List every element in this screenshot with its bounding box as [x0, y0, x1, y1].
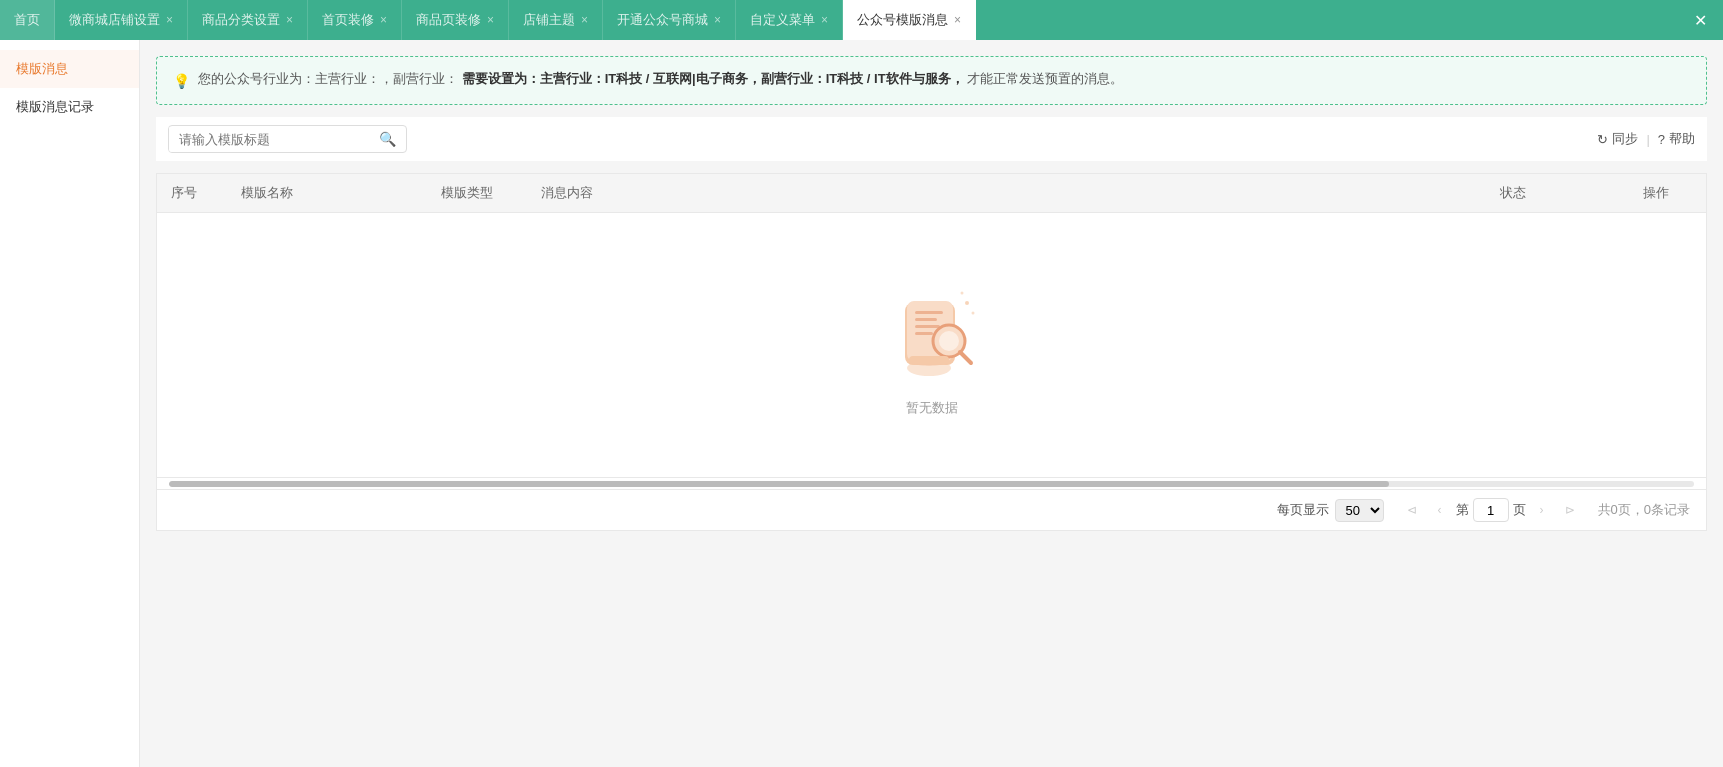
col-header-name: 模版名称 [227, 174, 427, 213]
tab-product-decor-label: 商品页装修 [416, 11, 481, 29]
col-header-seq: 序号 [157, 174, 227, 213]
help-button[interactable]: ? 帮助 [1658, 130, 1695, 148]
svg-point-11 [971, 312, 974, 315]
close-category-settings[interactable]: × [286, 13, 293, 27]
table-wrap: 序号 模版名称 模版类型 消息内容 状态 操作 [156, 173, 1707, 531]
close-open-mall[interactable]: × [714, 13, 721, 27]
data-table: 序号 模版名称 模版类型 消息内容 状态 操作 [157, 174, 1706, 477]
close-product-decor[interactable]: × [487, 13, 494, 27]
notice-text: 您的公众号行业为：主营行业：，副营行业： 需要设置为：主营行业：IT科技 / 互… [198, 69, 1123, 90]
close-template-msg[interactable]: × [954, 13, 961, 27]
tab-custom-menu-label: 自定义菜单 [750, 11, 815, 29]
svg-rect-3 [915, 311, 943, 314]
close-shop-settings[interactable]: × [166, 13, 173, 27]
page-nav: ⊲ ‹ 第 页 › ⊳ [1400, 498, 1582, 522]
svg-rect-14 [909, 356, 949, 364]
tab-custom-menu[interactable]: 自定义菜单 × [736, 0, 843, 40]
top-nav: 首页 微商城店铺设置 × 商品分类设置 × 首页装修 × 商品页装修 × 店铺主… [0, 0, 1723, 40]
page-size-label: 每页显示 [1277, 501, 1329, 519]
tab-shop-settings-label: 微商城店铺设置 [69, 11, 160, 29]
close-custom-menu[interactable]: × [821, 13, 828, 27]
tab-home-decor[interactable]: 首页装修 × [308, 0, 402, 40]
sync-button[interactable]: ↻ 同步 [1597, 130, 1638, 148]
sidebar-item-template-record[interactable]: 模版消息记录 [0, 88, 139, 126]
tab-home-label: 首页 [14, 11, 40, 29]
search-icon: 🔍 [379, 131, 396, 147]
tab-home[interactable]: 首页 [0, 0, 55, 40]
notice-icon: 💡 [173, 70, 190, 92]
empty-state: 暂无数据 [157, 213, 1706, 477]
search-button[interactable]: 🔍 [369, 126, 406, 152]
global-close-button[interactable]: ✕ [1678, 0, 1723, 40]
sidebar-item-template-msg-label: 模版消息 [16, 61, 68, 76]
empty-illustration [877, 273, 987, 383]
total-info: 共0页，0条记录 [1598, 501, 1690, 519]
tab-template-msg-label: 公众号模版消息 [857, 11, 948, 29]
pagination: 每页显示 50 20 10 ⊲ ‹ 第 页 › ⊳ 共0页，0条记录 [157, 489, 1706, 530]
svg-rect-4 [915, 318, 937, 321]
tab-shop-settings[interactable]: 微商城店铺设置 × [55, 0, 188, 40]
page-size-wrap: 每页显示 50 20 10 [1277, 499, 1384, 522]
toolbar-right: ↻ 同步 | ? 帮助 [1597, 130, 1695, 148]
col-header-status: 状态 [1486, 174, 1606, 213]
page-size-select[interactable]: 50 20 10 [1335, 499, 1384, 522]
svg-rect-5 [915, 325, 940, 328]
search-wrap: 🔍 [168, 125, 407, 153]
tab-open-mall[interactable]: 开通公众号商城 × [603, 0, 736, 40]
prev-page-button[interactable]: ‹ [1428, 498, 1452, 522]
close-home-decor[interactable]: × [380, 13, 387, 27]
tab-template-msg[interactable]: 公众号模版消息 × [843, 0, 976, 40]
toolbar-divider: | [1646, 132, 1649, 147]
tab-shop-theme-label: 店铺主题 [523, 11, 575, 29]
sidebar-item-template-record-label: 模版消息记录 [16, 99, 94, 114]
notice-banner: 💡 您的公众号行业为：主营行业：，副营行业： 需要设置为：主营行业：IT科技 /… [156, 56, 1707, 105]
col-header-type: 模版类型 [427, 174, 527, 213]
page-label: 第 [1456, 501, 1469, 519]
sync-icon: ↻ [1597, 132, 1608, 147]
notice-highlight: 需要设置为：主营行业：IT科技 / 互联网|电子商务，副营行业：IT科技 / I… [462, 71, 964, 86]
col-header-content: 消息内容 [527, 174, 1486, 213]
tab-product-decor[interactable]: 商品页装修 × [402, 0, 509, 40]
content-area: 💡 您的公众号行业为：主营行业：，副营行业： 需要设置为：主营行业：IT科技 /… [140, 40, 1723, 767]
page-suffix: 页 [1513, 501, 1526, 519]
tab-home-decor-label: 首页装修 [322, 11, 374, 29]
scrollbar-thumb [169, 481, 1389, 487]
tab-category-settings-label: 商品分类设置 [202, 11, 280, 29]
empty-text: 暂无数据 [906, 399, 958, 417]
search-input[interactable] [169, 127, 369, 152]
svg-rect-6 [915, 332, 933, 335]
first-page-button[interactable]: ⊲ [1400, 498, 1424, 522]
toolbar: 🔍 ↻ 同步 | ? 帮助 [156, 117, 1707, 161]
svg-point-12 [960, 292, 963, 295]
sidebar-item-template-msg[interactable]: 模版消息 [0, 50, 139, 88]
sync-label: 同步 [1612, 130, 1638, 148]
page-number-input[interactable] [1473, 498, 1509, 522]
last-page-button[interactable]: ⊳ [1558, 498, 1582, 522]
next-page-button[interactable]: › [1530, 498, 1554, 522]
svg-point-8 [939, 331, 959, 351]
tab-category-settings[interactable]: 商品分类设置 × [188, 0, 308, 40]
scrollbar-track [169, 481, 1694, 487]
svg-point-10 [965, 301, 969, 305]
tab-open-mall-label: 开通公众号商城 [617, 11, 708, 29]
notice-suffix: 才能正常发送预置的消息。 [967, 71, 1123, 86]
svg-line-9 [960, 352, 971, 363]
horizontal-scrollbar[interactable] [157, 477, 1706, 489]
sidebar: 模版消息 模版消息记录 [0, 40, 140, 767]
main-layout: 模版消息 模版消息记录 💡 您的公众号行业为：主营行业：，副营行业： 需要设置为… [0, 40, 1723, 767]
help-label: 帮助 [1669, 130, 1695, 148]
tab-shop-theme[interactable]: 店铺主题 × [509, 0, 603, 40]
notice-prefix: 您的公众号行业为：主营行业：，副营行业： [198, 71, 458, 86]
close-shop-theme[interactable]: × [581, 13, 588, 27]
help-icon: ? [1658, 132, 1665, 147]
toolbar-left: 🔍 [168, 125, 407, 153]
col-header-action: 操作 [1606, 174, 1706, 213]
